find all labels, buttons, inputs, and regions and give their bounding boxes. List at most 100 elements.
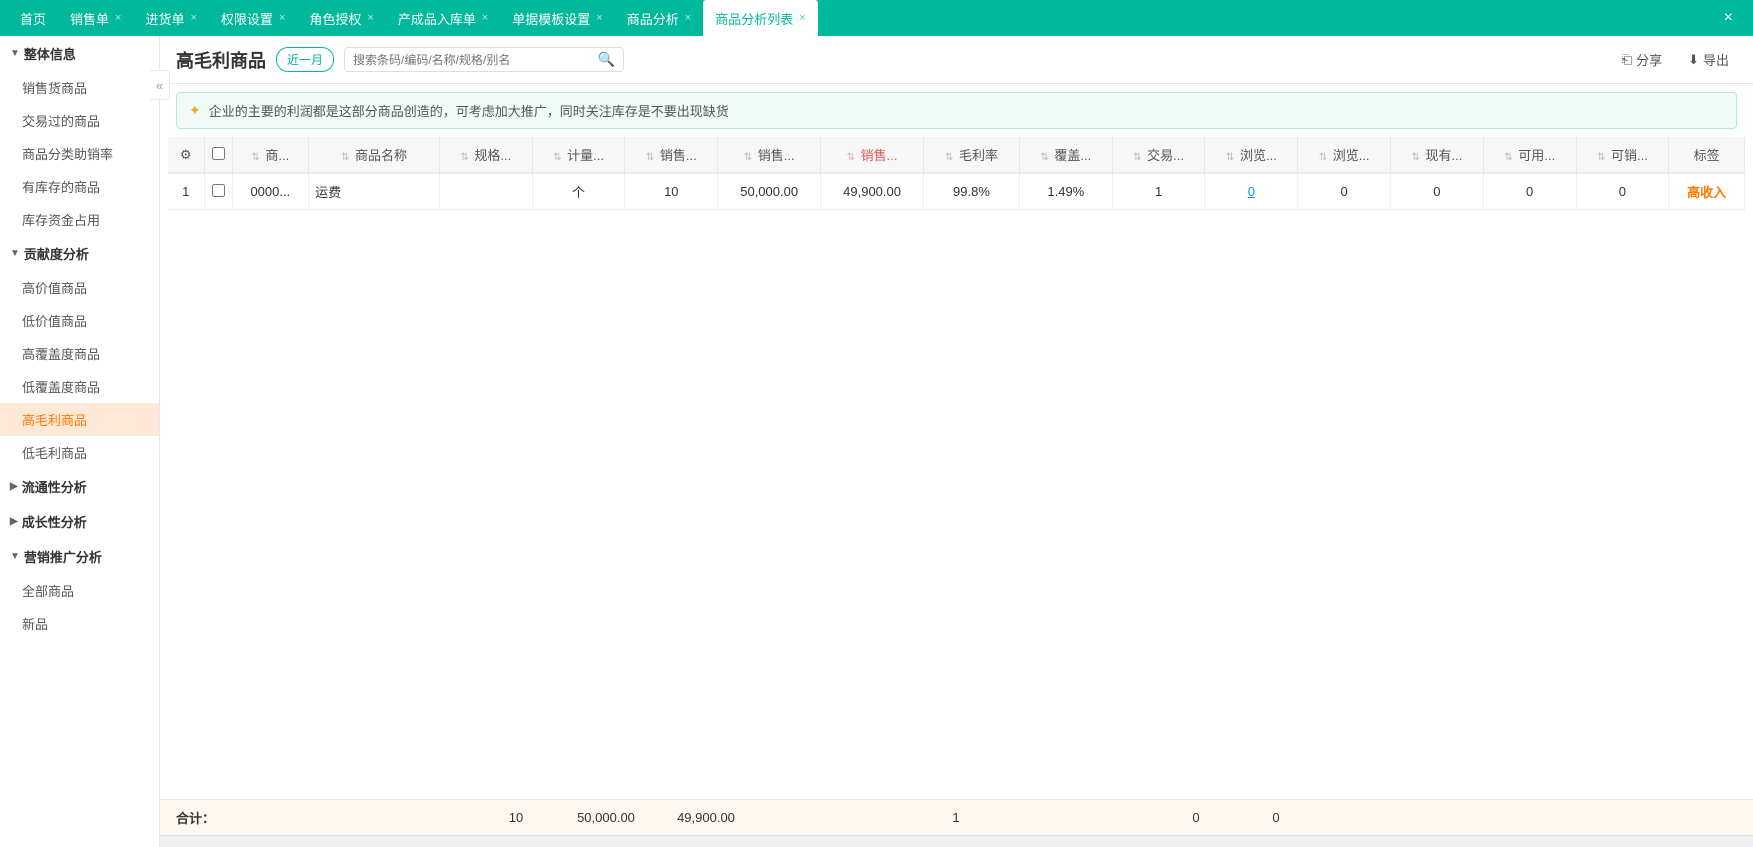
cell-coverage: 1.49% (1019, 173, 1112, 210)
col-sales-qty[interactable]: ⇅ 销售... (625, 137, 718, 173)
section-header-contribution[interactable]: ▼ 贡献度分析 (0, 236, 159, 271)
section-header-liquidity[interactable]: ▶ 流通性分析 (0, 469, 159, 504)
close-product-inbound[interactable]: × (482, 12, 488, 24)
search-input[interactable] (353, 53, 598, 67)
content-header: 高毛利商品 近一月 🔍 ⎗ 分享 ⬇ 导出 (160, 36, 1753, 84)
sidebar-item-high-coverage[interactable]: 高覆盖度商品 (0, 337, 159, 370)
data-table: ⚙ ⇅ 商... ⇅ 商品名称 (168, 137, 1745, 210)
sidebar-item-high-value[interactable]: 高价值商品 (0, 271, 159, 304)
section-header-marketing[interactable]: ▼ 营销推广分析 (0, 539, 159, 574)
col-unit[interactable]: ⇅ 计量... (532, 137, 625, 173)
nav-product-analysis[interactable]: 商品分析 × (615, 0, 703, 36)
search-icon[interactable]: 🔍 (598, 51, 615, 68)
select-all-checkbox[interactable] (212, 147, 225, 160)
table-footer: 合计： 10 50,000.00 49,900.00 1 0 0 (160, 799, 1753, 835)
nav-product-analysis-list[interactable]: 商品分析列表 × (703, 0, 817, 36)
nav-role-auth[interactable]: 角色授权 × (297, 0, 385, 36)
col-stock-sale[interactable]: ⇅ 可销... (1576, 137, 1669, 173)
col-coverage[interactable]: ⇅ 覆盖... (1019, 137, 1112, 173)
nav-template-settings[interactable]: 单据模板设置 × (500, 0, 614, 36)
sort-icon-trade: ⇅ (1133, 152, 1141, 163)
col-rownum: ⚙ (168, 137, 204, 173)
sidebar-item-traded-goods[interactable]: 交易过的商品 (0, 104, 159, 137)
close-sales-order[interactable]: × (115, 12, 121, 24)
cell-tag: 高收入 (1669, 173, 1745, 210)
nav-home[interactable]: 首页 (8, 0, 58, 36)
window-close-button[interactable]: × (1712, 9, 1745, 27)
sidebar-item-new-goods[interactable]: 新品 (0, 607, 159, 640)
cell-stock-cur: 0 (1391, 173, 1484, 210)
cell-code: 0000... (232, 173, 309, 210)
close-product-analysis[interactable]: × (685, 12, 691, 24)
col-sales-amt[interactable]: ⇅ 销售... (718, 137, 821, 173)
cell-rownum: 1 (168, 173, 204, 210)
nav-permission[interactable]: 权限设置 × (209, 0, 297, 36)
sidebar-item-category-rate[interactable]: 商品分类助销率 (0, 137, 159, 170)
sort-icon-sales-amt: ⇅ (744, 152, 752, 163)
arrow-marketing: ▼ (10, 551, 20, 562)
cell-unit: 个 (532, 173, 625, 210)
close-role-auth[interactable]: × (367, 12, 373, 24)
arrow-liquidity: ▶ (10, 481, 18, 492)
footer-sales-qty: 10 (476, 810, 556, 825)
col-stock-avail[interactable]: ⇅ 可用... (1483, 137, 1576, 173)
arrow-contribution: ▼ (10, 248, 20, 259)
col-view2[interactable]: ⇅ 浏览... (1298, 137, 1391, 173)
sidebar-item-low-margin[interactable]: 低毛利商品 (0, 436, 159, 469)
footer-stock-avail: 0 (1236, 810, 1316, 825)
cell-stock-sale: 0 (1576, 173, 1669, 210)
sidebar-item-in-stock[interactable]: 有库存的商品 (0, 170, 159, 203)
table-header-row: ⚙ ⇅ 商... ⇅ 商品名称 (168, 137, 1745, 173)
close-template-settings[interactable]: × (596, 12, 602, 24)
col-gross-rate[interactable]: ⇅ 毛利率 (924, 137, 1020, 173)
cell-sales-qty: 10 (625, 173, 718, 210)
export-button[interactable]: ⬇ 导出 (1680, 46, 1737, 73)
info-bar: ✦ 企业的主要的利润都是这部分商品创造的，可考虑加大推广，同时关注库存是不要出现… (176, 92, 1737, 129)
sort-icon-stock-cur: ⇅ (1411, 152, 1419, 163)
col-stock-cur[interactable]: ⇅ 现有... (1391, 137, 1484, 173)
cell-checkbox[interactable] (204, 173, 232, 210)
col-sales-cost[interactable]: ⇅ 销售... (821, 137, 924, 173)
sidebar-item-low-value[interactable]: 低价值商品 (0, 304, 159, 337)
sidebar-item-low-coverage[interactable]: 低覆盖度商品 (0, 370, 159, 403)
table-row: 1 0000... 运费 个 10 50,000.00 49,900.00 99… (168, 173, 1745, 210)
export-icon: ⬇ (1688, 52, 1699, 68)
top-navigation: 首页 销售单 × 进货单 × 权限设置 × 角色授权 × 产成品入库单 × 单据… (0, 0, 1753, 36)
bottom-scrollbar[interactable] (160, 835, 1753, 847)
row-checkbox[interactable] (212, 184, 225, 197)
content-area: 高毛利商品 近一月 🔍 ⎗ 分享 ⬇ 导出 ✦ 企业的主要的利润都是这部分商品创… (160, 36, 1753, 847)
col-name[interactable]: ⇅ 商品名称 (309, 137, 440, 173)
footer-sales-cost: 49,900.00 (656, 810, 756, 825)
col-spec[interactable]: ⇅ 规格... (439, 137, 532, 173)
share-button[interactable]: ⎗ 分享 (1614, 46, 1670, 73)
nav-product-inbound[interactable]: 产成品入库单 × (386, 0, 500, 36)
sort-icon-stock-avail: ⇅ (1504, 152, 1512, 163)
table-container[interactable]: ⚙ ⇅ 商... ⇅ 商品名称 (160, 137, 1753, 799)
sidebar-item-stock-capital[interactable]: 库存资金占用 (0, 203, 159, 236)
cell-view2: 0 (1298, 173, 1391, 210)
sidebar-item-all-goods[interactable]: 全部商品 (0, 574, 159, 607)
footer-values: 10 50,000.00 49,900.00 1 0 0 (256, 810, 1737, 825)
filter-month-button[interactable]: 近一月 (276, 47, 334, 72)
close-purchase-order[interactable]: × (190, 12, 196, 24)
cell-view1[interactable]: 0 (1205, 173, 1298, 210)
section-header-growth[interactable]: ▶ 成长性分析 (0, 504, 159, 539)
sidebar-collapse-button[interactable]: « (150, 70, 170, 100)
sidebar-item-high-margin[interactable]: 高毛利商品 (0, 403, 159, 436)
col-view1[interactable]: ⇅ 浏览... (1205, 137, 1298, 173)
nav-sales-order[interactable]: 销售单 × (58, 0, 133, 36)
sort-icon-name: ⇅ (341, 152, 349, 163)
sidebar-item-sales-goods[interactable]: 销售货商品 (0, 71, 159, 104)
settings-icon[interactable]: ⚙ (180, 147, 192, 162)
col-checkbox[interactable] (204, 137, 232, 173)
col-trade[interactable]: ⇅ 交易... (1112, 137, 1205, 173)
section-header-overall[interactable]: ▼ 整体信息 (0, 36, 159, 71)
close-product-analysis-list[interactable]: × (799, 12, 805, 24)
page-title: 高毛利商品 (176, 47, 266, 73)
cell-gross-rate: 99.8% (924, 173, 1020, 210)
close-permission[interactable]: × (279, 12, 285, 24)
col-code[interactable]: ⇅ 商... (232, 137, 309, 173)
sort-icon-stock-sale: ⇅ (1597, 152, 1605, 163)
sort-icon-coverage: ⇅ (1040, 152, 1048, 163)
nav-purchase-order[interactable]: 进货单 × (133, 0, 208, 36)
